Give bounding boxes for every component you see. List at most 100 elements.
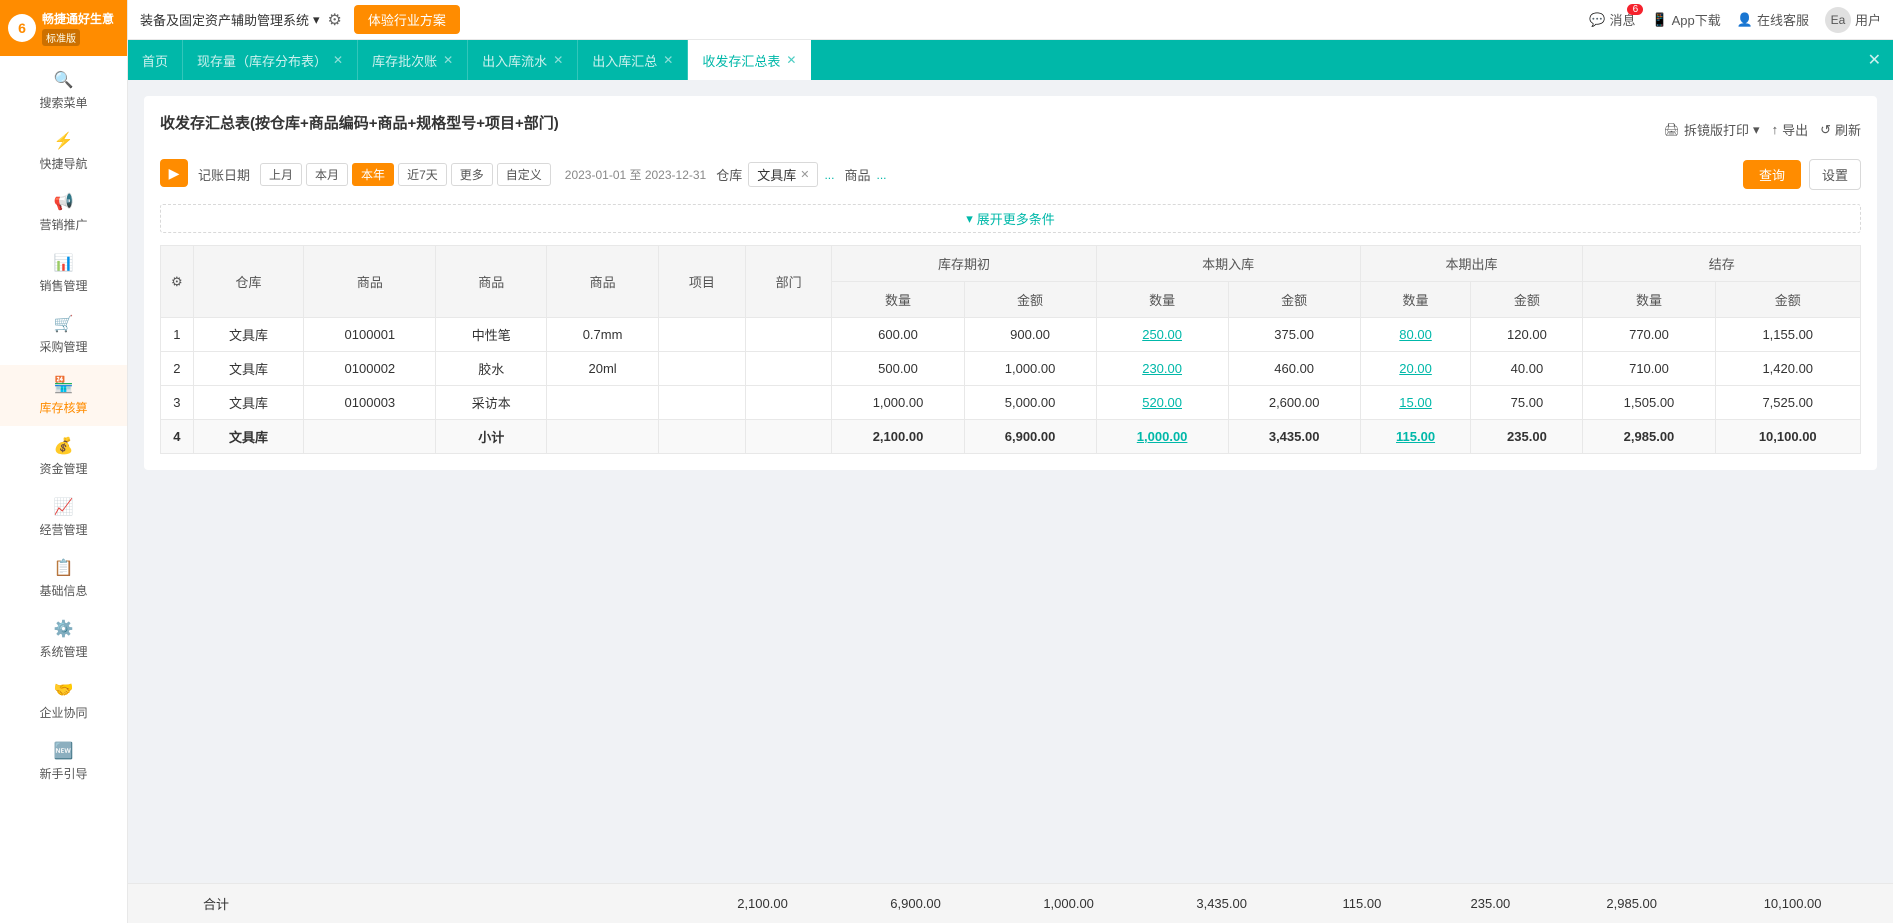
goods-label: 商品 [844, 165, 870, 184]
tab-close-batch-ledger[interactable]: ✕ [443, 53, 453, 67]
col-out-qty-header: 数量 [1360, 282, 1471, 318]
footer-balance-amt: 10,100.00 [1708, 890, 1877, 917]
warehouse-tag: 文具库 ✕ [748, 162, 818, 187]
logo-text: 畅捷通好生意 标准版 [42, 10, 114, 46]
date-label: 记账日期 [198, 165, 250, 184]
main-area: 装备及固定资产辅助管理系统 ▾ ⚙ 体验行业方案 💬 消息 6 📱 App下载 … [128, 0, 1893, 923]
col-group-balance: 结存 [1583, 246, 1861, 282]
message-icon: 💬 [1589, 12, 1605, 28]
print-label: 拆镜版打印 [1684, 120, 1749, 139]
sidebar-label-sales: 销售管理 [39, 277, 87, 294]
date-shortcuts: 上月本月本年近7天更多自定义 [260, 163, 551, 186]
sidebar-item-marketing[interactable]: 📢 营销推广 [0, 182, 127, 243]
date-shortcut-本月[interactable]: 本月 [306, 163, 348, 186]
tab-close-flow[interactable]: ✕ [553, 53, 563, 67]
sidebar-item-business[interactable]: 📈 经营管理 [0, 487, 127, 548]
filter-settings-button[interactable]: 设置 [1809, 159, 1861, 190]
query-button[interactable]: 查询 [1743, 160, 1801, 189]
col-settings-header[interactable]: ⚙ [161, 246, 194, 318]
tab-flow[interactable]: 出入库流水 ✕ [468, 40, 578, 80]
tab-label-flow: 出入库流水 [482, 51, 547, 70]
logo-icon: 6 [8, 14, 36, 42]
export-icon: ↑ [1772, 122, 1779, 137]
tab-recv-send[interactable]: 收发存汇总表 ✕ [688, 40, 811, 80]
online-service-action[interactable]: 👤 在线客服 [1737, 10, 1809, 29]
sidebar-item-sales[interactable]: 📊 销售管理 [0, 243, 127, 304]
goods-more-btn[interactable]: ... [877, 168, 887, 182]
tab-inventory-dist[interactable]: 现存量（库存分布表）✕ [183, 40, 358, 80]
sidebar-item-finance[interactable]: 💰 资金管理 [0, 426, 127, 487]
footer-balance-qty: 2,985.00 [1555, 890, 1708, 917]
experience-button[interactable]: 体验行业方案 [354, 5, 460, 34]
tab-label-recv-send: 收发存汇总表 [702, 51, 780, 70]
filter-bar: ▶ 记账日期 上月本月本年近7天更多自定义 2023-01-01 至 2023-… [160, 159, 1861, 196]
date-shortcut-本年[interactable]: 本年 [352, 163, 394, 186]
sidebar-logo: 6 畅捷通好生意 标准版 [0, 0, 127, 56]
warehouse-tag-close[interactable]: ✕ [800, 168, 809, 181]
tab-bar-close[interactable]: ✕ [1856, 50, 1893, 70]
refresh-icon: ↺ [1820, 122, 1831, 138]
settings-icon[interactable]: ⚙ [328, 10, 342, 30]
warehouse-tag-text: 文具库 [757, 165, 796, 184]
sidebar-item-cooperation[interactable]: 🤝 企业协同 [0, 670, 127, 731]
col-out-amt-header: 金额 [1471, 282, 1583, 318]
col-group-out: 本期出库 [1360, 246, 1583, 282]
warehouse-more-btn[interactable]: ... [824, 168, 834, 182]
tab-summary[interactable]: 出入库汇总 ✕ [578, 40, 688, 80]
page-card: 收发存汇总表(按仓库+商品编码+商品+规格型号+项目+部门) 🖨 拆镜版打印 ▾… [144, 96, 1877, 470]
date-shortcut-更多[interactable]: 更多 [451, 163, 493, 186]
footer-open-amt: 6,900.00 [839, 890, 992, 917]
print-button[interactable]: 🖨 拆镜版打印 ▾ [1664, 120, 1760, 139]
sidebar-label-marketing: 营销推广 [39, 216, 87, 233]
sidebar-label-cooperation: 企业协同 [39, 704, 87, 721]
dropdown-arrow-icon: ▾ [313, 12, 320, 28]
export-button[interactable]: ↑ 导出 [1772, 120, 1809, 139]
table-row: 2 文具库 0100002 胶水 20ml 500.00 1,000.00 23… [161, 352, 1861, 386]
footer-open-qty: 2,100.00 [686, 890, 839, 917]
date-shortcut-上月[interactable]: 上月 [260, 163, 302, 186]
header-actions: 💬 消息 6 📱 App下载 👤 在线客服 Ea 用户 [1589, 7, 1881, 33]
sidebar-label-guide: 新手引导 [39, 765, 87, 782]
table-row: 3 文具库 0100003 采访本 1,000.00 5,000.00 520.… [161, 386, 1861, 420]
col-warehouse-header: 仓库 [193, 246, 304, 318]
sidebar-item-system[interactable]: ⚙️ 系统管理 [0, 609, 127, 670]
footer-in-qty: 1,000.00 [992, 890, 1145, 917]
tab-label-summary: 出入库汇总 [592, 51, 657, 70]
filter-expand-button[interactable]: ▶ [160, 159, 188, 187]
user-avatar: Ea [1825, 7, 1851, 33]
date-range-text: 2023-01-01 至 2023-12-31 [565, 166, 706, 183]
warehouse-label: 仓库 [716, 165, 742, 184]
tab-close-summary[interactable]: ✕ [663, 53, 673, 67]
purchase-icon: 🛒 [54, 314, 74, 334]
sidebar-item-guide[interactable]: 🆕 新手引导 [0, 731, 127, 792]
sidebar-item-purchase[interactable]: 🛒 采购管理 [0, 304, 127, 365]
sidebar-item-quick-nav[interactable]: ⚡ 快捷导航 [0, 121, 127, 182]
col-in-qty-header: 数量 [1096, 282, 1228, 318]
tab-close-inventory-dist[interactable]: ✕ [333, 53, 343, 67]
sidebar-item-inventory[interactable]: 🏪 库存核算 [0, 365, 127, 426]
sidebar-item-base-info[interactable]: 📋 基础信息 [0, 548, 127, 609]
tab-close-recv-send[interactable]: ✕ [786, 53, 796, 67]
col-goods-code-header: 商品 [304, 246, 436, 318]
message-action[interactable]: 💬 消息 6 [1589, 10, 1635, 29]
search-icon: 🔍 [54, 70, 74, 90]
user-action[interactable]: Ea 用户 [1825, 7, 1881, 33]
tab-home[interactable]: 首页 [128, 40, 183, 80]
app-download-action[interactable]: 📱 App下载 [1651, 10, 1720, 29]
date-shortcut-近7天[interactable]: 近7天 [398, 163, 447, 186]
logo-badge: 标准版 [42, 29, 80, 46]
tab-batch-ledger[interactable]: 库存批次账✕ [358, 40, 468, 80]
system-title-dropdown[interactable]: 装备及固定资产辅助管理系统 ▾ [140, 10, 320, 29]
sidebar-item-search[interactable]: 🔍 搜索菜单 [0, 60, 127, 121]
footer-out-amt: 235.00 [1426, 890, 1556, 917]
col-group-in: 本期入库 [1096, 246, 1360, 282]
expand-more-bar[interactable]: ▾ 展开更多条件 [160, 204, 1861, 233]
print-dropdown-icon: ▾ [1753, 122, 1760, 138]
date-shortcut-自定义[interactable]: 自定义 [497, 163, 551, 186]
footer-in-amt: 3,435.00 [1145, 890, 1298, 917]
service-icon: 👤 [1737, 12, 1753, 28]
phone-icon: 📱 [1651, 12, 1667, 28]
refresh-button[interactable]: ↺ 刷新 [1820, 120, 1861, 139]
footer-table: 合计 2,100.00 6,900.00 1,000.00 3,435.00 1… [144, 890, 1877, 917]
col-balance-qty-header: 数量 [1583, 282, 1715, 318]
